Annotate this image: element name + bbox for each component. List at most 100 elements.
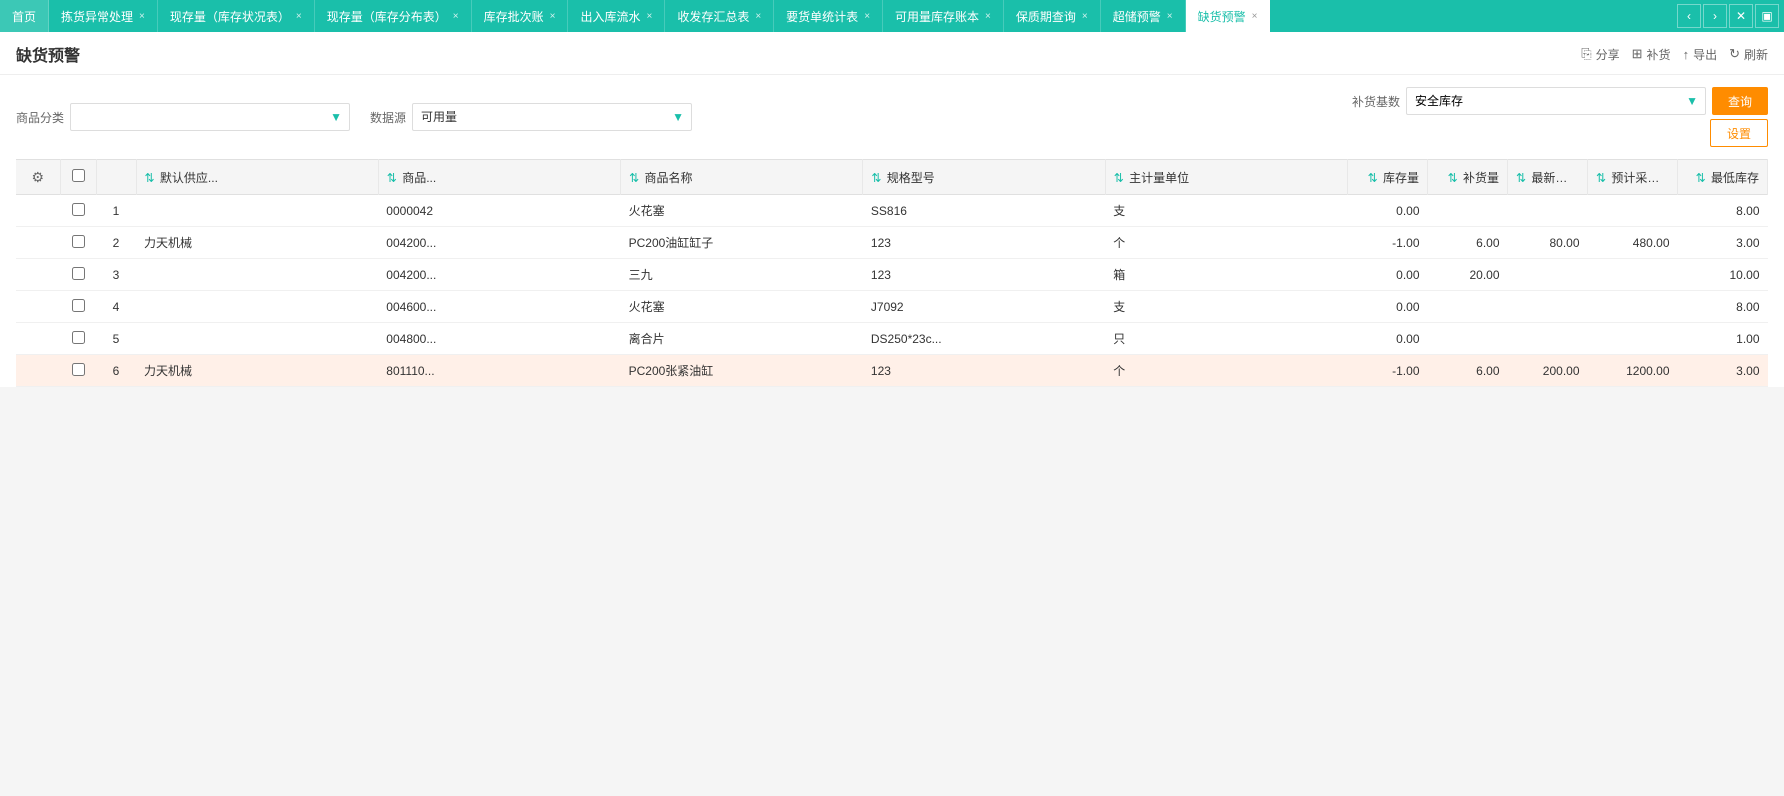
nav-tab-close-inout-flow[interactable]: × [646, 11, 652, 22]
nav-tab-stock-dist[interactable]: 现存量（库存分布表） × [315, 0, 472, 32]
row-check-cell [60, 259, 96, 291]
replenish-button[interactable]: ⊞ 补货 [1632, 46, 1671, 63]
data-table-container: ⚙ ⇅ 默认供应... ⇅ 商品... ⇅ [0, 159, 1784, 387]
nav-tab-overstock[interactable]: 超储预警 × [1101, 0, 1186, 32]
replenish-sort-icon: ⇅ [1448, 171, 1458, 185]
nav-tab-batch[interactable]: 库存批次账 × [472, 0, 569, 32]
stock-sort-icon: ⇅ [1368, 171, 1378, 185]
nav-tab-shortage[interactable]: 缺货预警 × [1186, 0, 1271, 32]
nav-tab-receive-summary[interactable]: 收发存汇总表 × [665, 0, 774, 32]
row-replenish-cell: 6.00 [1428, 227, 1508, 259]
row-estimate-cell [1588, 323, 1678, 355]
base-select[interactable]: 安全库存 最低库存 [1406, 87, 1706, 115]
category-select[interactable] [70, 103, 350, 131]
row-name-cell: 离合片 [621, 323, 863, 355]
nav-tab-abnormal[interactable]: 拣货异常处理 × [49, 0, 158, 32]
nav-tab-available-ledger[interactable]: 可用量库存账本 × [883, 0, 1004, 32]
th-replenish[interactable]: ⇅ 补货量 [1428, 160, 1508, 195]
row-checkbox[interactable] [72, 267, 85, 280]
nav-tab-close-receive-summary[interactable]: × [755, 11, 761, 22]
nav-tab-close-abnormal[interactable]: × [139, 11, 145, 22]
table-row: 1 0000042 火花塞 SS816 支 0.00 8.00 [16, 195, 1768, 227]
th-code[interactable]: ⇅ 商品... [378, 160, 620, 195]
th-supplier[interactable]: ⇅ 默认供应... [136, 160, 378, 195]
th-spec-label: 规格型号 [887, 171, 935, 185]
row-supplier-cell [136, 195, 378, 227]
share-button[interactable]: ⎘ 分享 [1581, 46, 1619, 63]
datasource-filter: 数据源 可用量 库存量 ▼ [370, 103, 692, 131]
row-no-cell: 6 [96, 355, 136, 387]
row-name-cell: 三九 [621, 259, 863, 291]
row-price-cell [1508, 323, 1588, 355]
th-spec[interactable]: ⇅ 规格型号 [863, 160, 1105, 195]
th-stock[interactable]: ⇅ 库存量 [1348, 160, 1428, 195]
row-minstock-cell: 8.00 [1678, 291, 1768, 323]
table-row: 3 004200... 三九 123 箱 0.00 20.00 10.00 [16, 259, 1768, 291]
nav-tab-close-stock-dist[interactable]: × [453, 11, 459, 22]
row-code-cell: 004200... [378, 227, 620, 259]
table-header-row: ⚙ ⇅ 默认供应... ⇅ 商品... ⇅ [16, 160, 1768, 195]
row-stock-cell: 0.00 [1348, 323, 1428, 355]
th-stock-label: 库存量 [1383, 171, 1419, 185]
row-checkbox[interactable] [72, 331, 85, 344]
refresh-button[interactable]: ↻ 刷新 [1729, 46, 1768, 63]
select-all-checkbox[interactable] [72, 169, 85, 182]
nav-tab-close-expiry[interactable]: × [1082, 11, 1088, 22]
row-price-cell [1508, 195, 1588, 227]
row-checkbox[interactable] [72, 203, 85, 216]
unit-sort-icon: ⇅ [1114, 171, 1124, 185]
row-estimate-cell [1588, 291, 1678, 323]
row-estimate-cell: 480.00 [1588, 227, 1678, 259]
row-unit-cell: 个 [1105, 355, 1347, 387]
nav-tab-close-overstock[interactable]: × [1167, 11, 1173, 22]
table-body: 1 0000042 火花塞 SS816 支 0.00 8.00 2 力天机械 0… [16, 195, 1768, 387]
row-checkbox[interactable] [72, 235, 85, 248]
column-settings-icon[interactable]: ⚙ [29, 168, 47, 186]
row-estimate-cell [1588, 259, 1678, 291]
spec-sort-icon: ⇅ [871, 171, 881, 185]
nav-fullscreen-button[interactable]: ▣ [1755, 4, 1779, 28]
nav-tab-close-available-ledger[interactable]: × [985, 11, 991, 22]
nav-tab-close-batch[interactable]: × [550, 11, 556, 22]
row-check-cell [60, 195, 96, 227]
row-supplier-cell: 力天机械 [136, 227, 378, 259]
base-label: 补货基数 [1352, 93, 1400, 110]
nav-tab-order-stat[interactable]: 要货单统计表 × [774, 0, 883, 32]
row-minstock-cell: 10.00 [1678, 259, 1768, 291]
th-unit[interactable]: ⇅ 主计量单位 [1105, 160, 1347, 195]
row-spec-cell: SS816 [863, 195, 1105, 227]
th-price[interactable]: ⇅ 最新进价 [1508, 160, 1588, 195]
row-checkbox[interactable] [72, 299, 85, 312]
datasource-select-wrapper: 可用量 库存量 ▼ [412, 103, 692, 131]
export-icon: ↑ [1683, 47, 1690, 62]
nav-prev-button[interactable]: ‹ [1677, 4, 1701, 28]
table-row: 5 004800... 离合片 DS250*23c... 只 0.00 1.00 [16, 323, 1768, 355]
nav-tab-close-order-stat[interactable]: × [864, 11, 870, 22]
datasource-select[interactable]: 可用量 库存量 [412, 103, 692, 131]
top-navigation: 首页拣货异常处理 ×现存量（库存状况表） ×现存量（库存分布表） ×库存批次账 … [0, 0, 1784, 32]
nav-tab-close-stock-status[interactable]: × [296, 11, 302, 22]
nav-tab-expiry[interactable]: 保质期查询 × [1004, 0, 1101, 32]
nav-next-button[interactable]: › [1703, 4, 1727, 28]
nav-tab-stock-status[interactable]: 现存量（库存状况表） × [158, 0, 315, 32]
nav-tab-close-shortage[interactable]: × [1252, 11, 1258, 22]
settings-button[interactable]: 设置 [1710, 119, 1768, 147]
row-settings-cell [16, 195, 60, 227]
export-button[interactable]: ↑ 导出 [1683, 46, 1718, 63]
nav-tab-inout-flow[interactable]: 出入库流水 × [568, 0, 665, 32]
row-unit-cell: 个 [1105, 227, 1347, 259]
nav-close-button[interactable]: ✕ [1729, 4, 1753, 28]
header-actions: ⎘ 分享 ⊞ 补货 ↑ 导出 ↻ 刷新 [1581, 46, 1768, 63]
row-price-cell [1508, 259, 1588, 291]
replenish-label: 补货 [1647, 46, 1671, 63]
row-checkbox[interactable] [72, 363, 85, 376]
nav-tab-home[interactable]: 首页 [0, 0, 49, 32]
query-button[interactable]: 查询 [1712, 87, 1768, 115]
th-minstock[interactable]: ⇅ 最低库存 [1678, 160, 1768, 195]
th-estimate[interactable]: ⇅ 预计采购... [1588, 160, 1678, 195]
th-supplier-label: 默认供应... [160, 171, 218, 185]
row-stock-cell: 0.00 [1348, 291, 1428, 323]
row-settings-cell [16, 227, 60, 259]
th-name[interactable]: ⇅ 商品名称 [621, 160, 863, 195]
page-content: 缺货预警 ⎘ 分享 ⊞ 补货 ↑ 导出 ↻ 刷新 商品分类 [0, 32, 1784, 387]
